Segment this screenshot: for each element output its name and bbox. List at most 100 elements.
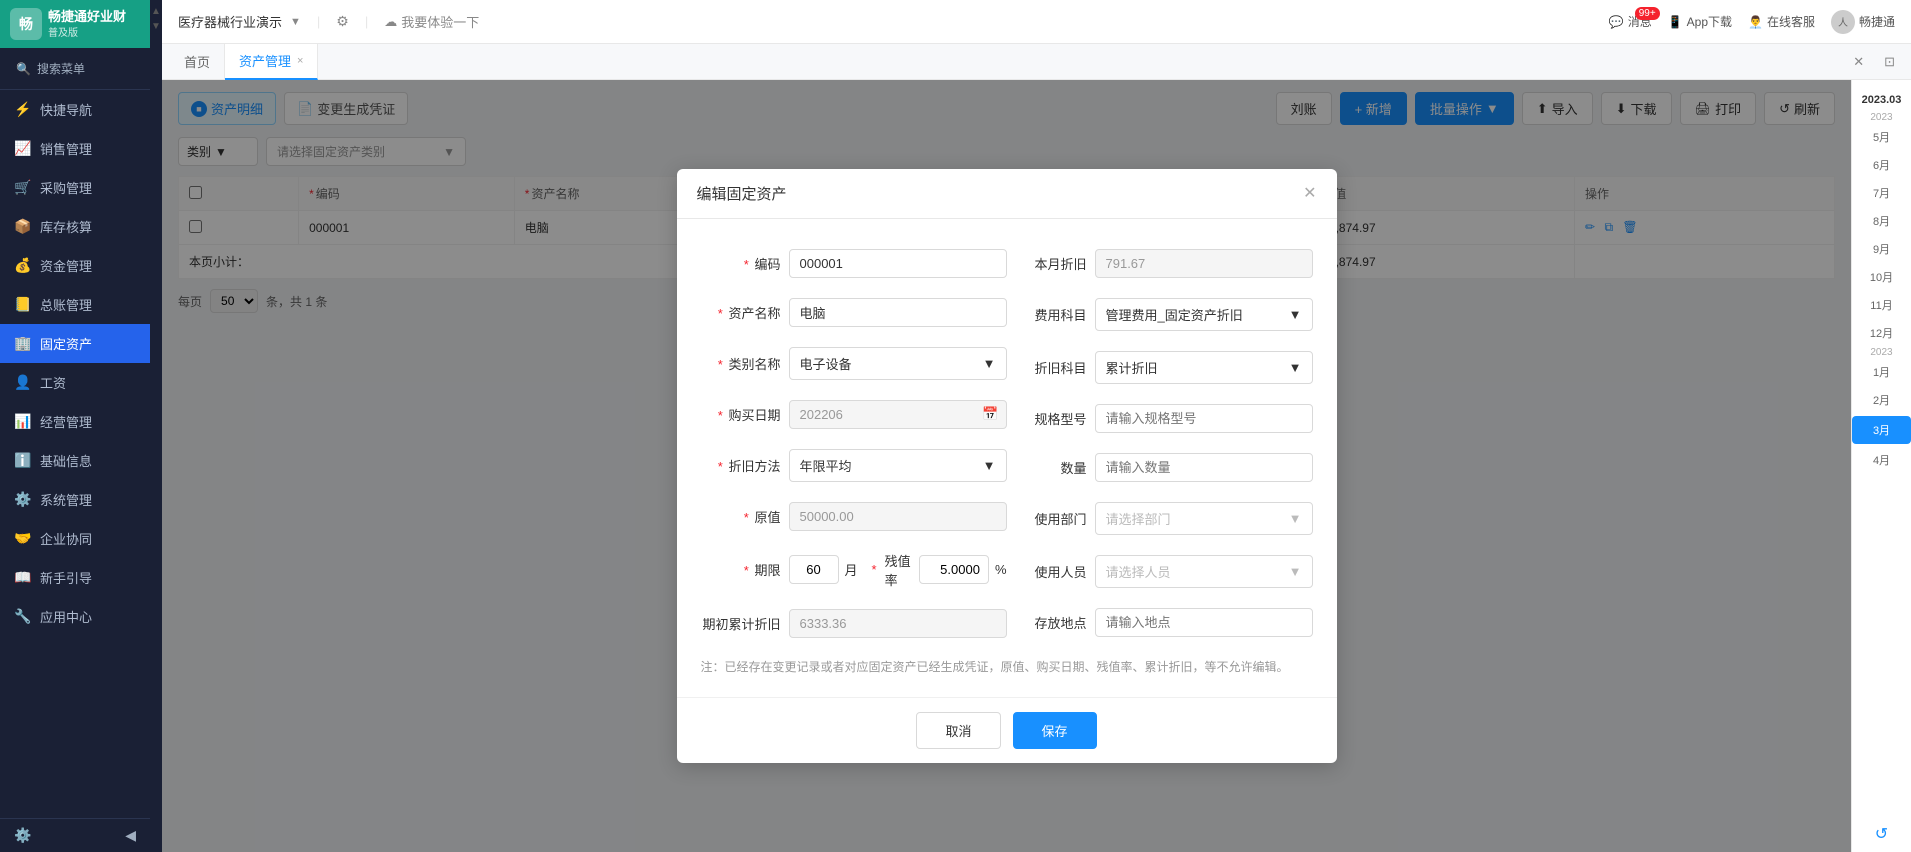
model-row: 规格型号 [1007,394,1313,443]
cal-month-8[interactable]: 8月 [1852,207,1911,235]
quantity-input[interactable] [1095,453,1313,482]
user-info: 人 畅捷通 [1831,10,1895,34]
tab-home[interactable]: 首页 [170,44,225,80]
sidebar-item-quick-nav[interactable]: ⚡ 快捷导航 [0,90,150,129]
quantity-label: 数量 [1007,458,1087,477]
sidebar-item-basic-info[interactable]: ℹ️ 基础信息 [0,441,150,480]
original-value-label: * 原值 [701,507,781,526]
scroll-down-btn[interactable]: ▼ [149,19,163,34]
department-row: 使用部门 请选择部门 ▼ [1007,492,1313,545]
collapse-icon[interactable]: ◀ [125,827,136,844]
tab-asset-label: 资产管理 [239,51,291,70]
model-input[interactable] [1095,404,1313,433]
residual-rate-input[interactable] [919,555,989,584]
basic-info-icon: ℹ️ [14,452,32,469]
settings-gear-icon[interactable]: ⚙️ [14,827,31,844]
app-download-btn[interactable]: 📱 App下载 [1668,13,1732,30]
tab-close-btn[interactable]: ✕ [1845,50,1872,74]
cal-month-7[interactable]: 7月 [1852,179,1911,207]
sidebar-bottom: ⚙️ ◀ [0,818,150,852]
dep-subject-value: 累计折旧 [1106,358,1158,377]
cloud-text: 我要体验一下 [401,12,479,31]
app-name: 畅捷通好业财 [48,9,126,25]
purchase-date-input[interactable] [789,400,1007,429]
expense-subject-select[interactable]: 管理费用_固定资产折旧 ▼ [1095,298,1313,331]
department-placeholder: 请选择部门 [1106,509,1171,528]
tab-close-icon[interactable]: × [297,55,303,67]
avatar: 人 [1831,10,1855,34]
calendar-icon[interactable]: 📅 [982,406,998,422]
customer-service-btn[interactable]: 👨‍💼 在线客服 [1748,13,1815,30]
cal-month-4[interactable]: 4月 [1852,446,1911,474]
code-input[interactable] [789,249,1007,278]
cal-month-9[interactable]: 9月 [1852,235,1911,263]
month-dep-label: 本月折旧 [1007,254,1087,273]
sidebar-item-app-center[interactable]: 🔧 应用中心 [0,597,150,636]
cal-month-2[interactable]: 2月 [1852,386,1911,414]
sidebar-item-system[interactable]: ⚙️ 系统管理 [0,480,150,519]
department-select[interactable]: 请选择部门 ▼ [1095,502,1313,535]
location-input[interactable] [1095,608,1313,637]
save-button[interactable]: 保存 [1013,712,1097,749]
sidebar-item-label: 快捷导航 [40,100,92,119]
sidebar-item-guide[interactable]: 📖 新手引导 [0,558,150,597]
fixed-assets-icon: 🏢 [14,335,32,352]
sidebar-item-label: 固定资产 [40,334,92,353]
search-icon: 🔍 [16,62,31,76]
settings-icon[interactable]: ⚙ [336,13,349,30]
sidebar-item-ledger[interactable]: 📒 总账管理 [0,285,150,324]
sales-icon: 📈 [14,140,32,157]
department-dropdown-icon: ▼ [1289,511,1302,526]
scroll-up-btn[interactable]: ▲ [149,4,163,19]
finance-icon: 💰 [14,257,32,274]
sidebar-item-finance[interactable]: 💰 资金管理 [0,246,150,285]
message-badge: 99+ [1635,7,1660,20]
cal-month-1[interactable]: 1月 [1852,358,1911,386]
sidebar-item-purchase[interactable]: 🛒 采购管理 [0,168,150,207]
cal-month-6[interactable]: 6月 [1852,151,1911,179]
modal-footer: 取消 保存 [677,697,1337,763]
calendar-panel: 2023.03 2023 5月 6月 7月 8月 9月 10月 11月 12月 … [1851,80,1911,852]
original-value-input[interactable] [789,502,1007,531]
cloud-icon: ☁ [384,14,397,30]
sidebar-item-enterprise[interactable]: 🤝 企业协同 [0,519,150,558]
dep-method-row: * 折旧方法 年限平均 ▼ [701,439,1007,492]
sidebar-item-inventory[interactable]: 📦 库存核算 [0,207,150,246]
period-group: 月 * 残值率 % [789,551,1007,589]
inventory-icon: 📦 [14,218,32,235]
initial-dep-input [789,609,1007,638]
sidebar-item-label: 系统管理 [40,490,92,509]
cal-month-5[interactable]: 5月 [1852,123,1911,151]
dep-method-dropdown-icon: ▼ [983,458,996,473]
cloud-btn[interactable]: ☁ 我要体验一下 [384,12,479,31]
sidebar-item-sales[interactable]: 📈 销售管理 [0,129,150,168]
modal-close-btn[interactable]: ✕ [1303,183,1316,203]
asset-name-input[interactable] [789,298,1007,327]
cal-month-12[interactable]: 12月 [1852,319,1911,347]
tab-expand-btn[interactable]: ⊡ [1876,50,1903,74]
cal-month-10[interactable]: 10月 [1852,263,1911,291]
company-dropdown-icon[interactable]: ▼ [290,16,301,28]
cal-month-11[interactable]: 11月 [1852,291,1911,319]
cal-month-3-active[interactable]: 3月 [1852,416,1911,444]
search-menu-btn[interactable]: 🔍 搜索菜单 [10,56,140,81]
sidebar-item-operations[interactable]: 📊 经营管理 [0,402,150,441]
dep-method-select[interactable]: 年限平均 ▼ [789,449,1007,482]
personnel-label: 使用人员 [1007,562,1087,581]
personnel-select[interactable]: 请选择人员 ▼ [1095,555,1313,588]
sidebar-item-fixed-assets[interactable]: 🏢 固定资产 [0,324,150,363]
topbar-left: 医疗器械行业演示 ▼ | ⚙ | ☁ 我要体验一下 [178,12,479,31]
topbar: 医疗器械行业演示 ▼ | ⚙ | ☁ 我要体验一下 💬 消息 99+ 📱 App… [162,0,1911,44]
message-btn[interactable]: 💬 消息 99+ [1609,13,1652,30]
cancel-button[interactable]: 取消 [916,712,1000,749]
sidebar-item-label: 基础信息 [40,451,92,470]
cal-refresh-icon[interactable]: ↺ [1875,824,1888,844]
tab-asset-management[interactable]: 资产管理 × [225,44,318,80]
dep-subject-select[interactable]: 累计折旧 ▼ [1095,351,1313,384]
modal-header: 编辑固定资产 ✕ [677,169,1337,219]
sidebar-item-payroll[interactable]: 👤 工资 [0,363,150,402]
expense-dropdown-icon: ▼ [1289,307,1302,322]
period-input[interactable] [789,555,839,584]
quantity-row: 数量 [1007,443,1313,492]
category-select[interactable]: 电子设备 ▼ [789,347,1007,380]
